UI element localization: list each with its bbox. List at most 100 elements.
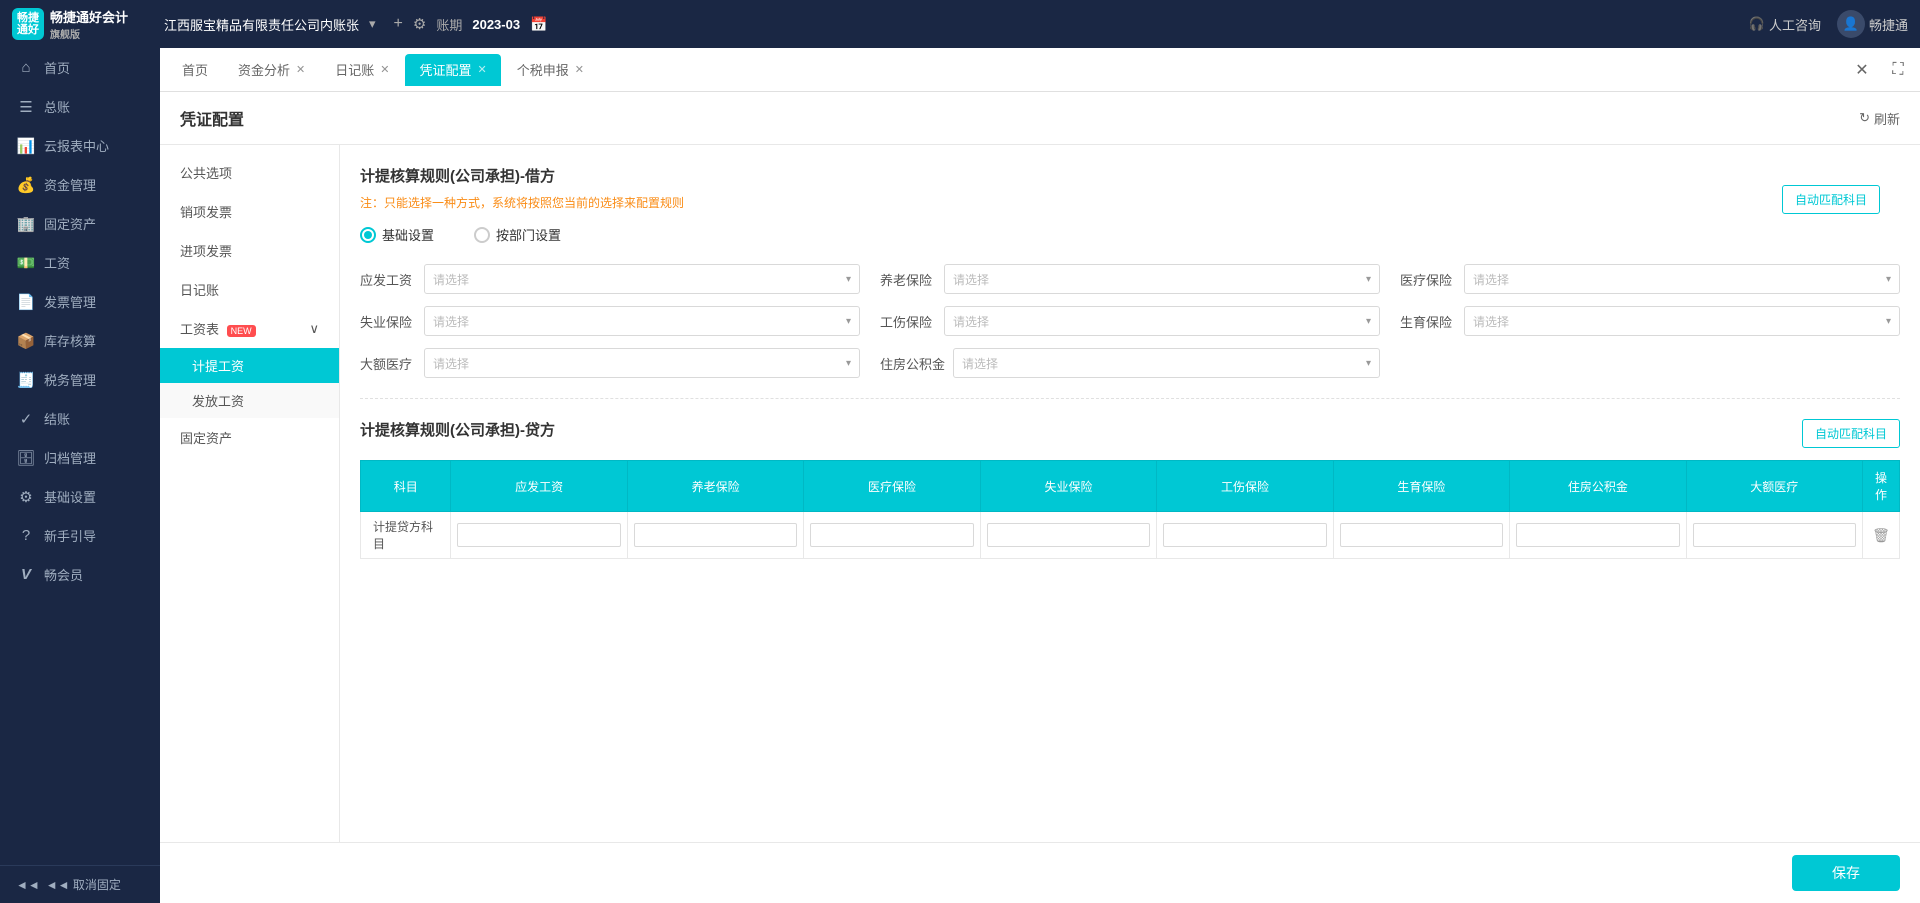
sidebar-item-fixed-assets[interactable]: 🏢 固定资产 <box>0 204 160 243</box>
input-pension[interactable] <box>634 523 797 547</box>
select-gross-salary[interactable]: 请选择 ▾ <box>424 264 860 294</box>
cell-housing[interactable] <box>1510 512 1686 559</box>
auto-match-credit-btn[interactable]: 自动匹配科目 <box>1802 419 1900 448</box>
close-period-icon: ✓ <box>16 410 36 428</box>
field-gross-salary: 应发工资 请选择 ▾ <box>360 264 860 294</box>
invoice-icon: 📄 <box>16 293 36 311</box>
left-nav-fixed-assets[interactable]: 固定资产 <box>160 418 339 457</box>
sidebar-item-general-ledger[interactable]: ☰ 总账 <box>0 87 160 126</box>
expand-btn[interactable]: ⛶ <box>1884 56 1912 84</box>
row-label: 计提贷方科目 <box>361 512 451 559</box>
sidebar-item-vip[interactable]: V 畅会员 <box>0 555 160 594</box>
th-housing: 住房公积金 <box>1510 461 1686 512</box>
th-gross: 应发工资 <box>451 461 627 512</box>
close-tab-funds[interactable]: ✕ <box>296 63 305 76</box>
cell-major-medical[interactable] <box>1686 512 1862 559</box>
left-nav-payroll-accrual[interactable]: 计提工资 <box>160 348 339 383</box>
radio-dept-circle <box>474 227 490 243</box>
tab-voucher-config[interactable]: 凭证配置 ✕ <box>405 54 500 86</box>
tab-home[interactable]: 首页 <box>168 54 222 86</box>
logo-icon: 畅捷通好 <box>12 8 44 40</box>
input-housing[interactable] <box>1516 523 1679 547</box>
sidebar-item-invoice[interactable]: 📄 发票管理 <box>0 282 160 321</box>
debit-form-grid: 应发工资 请选择 ▾ 养老保险 请选择 ▾ <box>360 264 1900 378</box>
select-arrow-medical: ▾ <box>1886 274 1891 285</box>
unpin-btn[interactable]: ◄◄ ◄◄ 取消固定 <box>0 865 160 903</box>
vip-icon: V <box>16 566 36 583</box>
select-arrow-gross: ▾ <box>846 274 851 285</box>
settings-icon: ⚙ <box>16 488 36 506</box>
field-major-medical: 大额医疗 请选择 ▾ <box>360 348 860 378</box>
left-nav-journal[interactable]: 日记账 <box>160 270 339 309</box>
tab-journal[interactable]: 日记账 ✕ <box>321 54 403 86</box>
dropdown-arrow-company[interactable]: ▾ <box>369 16 376 32</box>
cell-gross[interactable] <box>451 512 627 559</box>
save-btn[interactable]: 保存 <box>1792 855 1900 891</box>
select-arrow-major: ▾ <box>846 358 851 369</box>
field-maternity: 生育保险 请选择 ▾ <box>1400 306 1900 336</box>
select-unemployment[interactable]: 请选择 ▾ <box>424 306 860 336</box>
select-medical[interactable]: 请选择 ▾ <box>1464 264 1900 294</box>
auto-match-debit-btn[interactable]: 自动匹配科目 <box>1782 185 1880 214</box>
input-major-medical[interactable] <box>1693 523 1856 547</box>
select-pension[interactable]: 请选择 ▾ <box>944 264 1380 294</box>
input-gross[interactable] <box>457 523 620 547</box>
close-tab-journal[interactable]: ✕ <box>380 63 389 76</box>
input-unemployment[interactable] <box>987 523 1150 547</box>
select-housing-fund[interactable]: 请选择 ▾ <box>953 348 1380 378</box>
input-work-injury[interactable] <box>1163 523 1326 547</box>
left-nav-sales-invoice[interactable]: 销项发票 <box>160 192 339 231</box>
delete-row-btn[interactable]: 🗑 <box>1872 527 1890 543</box>
cell-unemployment[interactable] <box>980 512 1156 559</box>
sidebar-item-inventory[interactable]: 📦 库存核算 <box>0 321 160 360</box>
tab-funds-analysis[interactable]: 资金分析 ✕ <box>224 54 319 86</box>
headset-icon: 🎧 <box>1749 16 1765 32</box>
sidebar-item-archive[interactable]: 🗄 归档管理 <box>0 438 160 477</box>
sidebar-item-guide[interactable]: ? 新手引导 <box>0 516 160 555</box>
sidebar-item-tax[interactable]: 🧾 税务管理 <box>0 360 160 399</box>
cell-medical[interactable] <box>804 512 980 559</box>
th-maternity: 生育保险 <box>1333 461 1509 512</box>
left-nav-purchase-invoice[interactable]: 进项发票 <box>160 231 339 270</box>
user-btn[interactable]: 👤 畅捷通 <box>1837 10 1908 38</box>
sidebar-item-funds[interactable]: 💰 资金管理 <box>0 165 160 204</box>
refresh-btn[interactable]: ↻ 刷新 <box>1859 109 1900 128</box>
sidebar-item-reports[interactable]: 📊 云报表中心 <box>0 126 160 165</box>
period-value: 2023-03 <box>472 17 520 32</box>
sidebar-item-home[interactable]: ⌂ 首页 <box>0 48 160 87</box>
page-title: 凭证配置 <box>180 106 244 130</box>
chevron-down-icon: ∨ <box>309 321 319 337</box>
cell-maternity[interactable] <box>1333 512 1509 559</box>
form-area: 自动匹配科目 计提核算规则(公司承担)-借方 注：只能选择一种方式，系统将按照您… <box>340 145 1920 842</box>
cell-pension[interactable] <box>627 512 803 559</box>
left-nav-payroll-header[interactable]: 工资表 NEW ∨ <box>160 309 339 348</box>
settings-btn[interactable]: ⚙ <box>413 15 426 33</box>
close-tab-voucher[interactable]: ✕ <box>478 63 487 76</box>
tab-tax-declaration[interactable]: 个税申报 ✕ <box>503 54 598 86</box>
cell-work-injury[interactable] <box>1157 512 1333 559</box>
company-name: 江西服宝精品有限责任公司内账张 <box>164 15 359 34</box>
credit-section-title: 计提核算规则(公司承担)-贷方 <box>360 419 555 440</box>
select-maternity[interactable]: 请选择 ▾ <box>1464 306 1900 336</box>
radio-department[interactable]: 按部门设置 <box>474 225 561 244</box>
page-header: 凭证配置 ↻ 刷新 <box>160 92 1920 145</box>
sidebar-item-settings[interactable]: ⚙ 基础设置 <box>0 477 160 516</box>
support-btn[interactable]: 🎧 人工咨询 <box>1749 15 1821 34</box>
input-medical[interactable] <box>810 523 973 547</box>
add-tab-btn[interactable]: + <box>394 15 403 33</box>
left-nav-public-options[interactable]: 公共选项 <box>160 153 339 192</box>
select-major-medical[interactable]: 请选择 ▾ <box>424 348 860 378</box>
input-maternity[interactable] <box>1340 523 1503 547</box>
unpin-icon: ◄◄ <box>16 878 40 892</box>
left-nav-payroll-pay[interactable]: 发放工资 <box>160 383 339 418</box>
cell-action[interactable]: 🗑 <box>1863 512 1900 559</box>
save-bar: 保存 <box>160 842 1920 903</box>
select-work-injury[interactable]: 请选择 ▾ <box>944 306 1380 336</box>
radio-basic[interactable]: 基础设置 <box>360 225 434 244</box>
close-tab-tax[interactable]: ✕ <box>575 63 584 76</box>
sidebar-item-close[interactable]: ✓ 结账 <box>0 399 160 438</box>
left-nav-payroll-sub: 计提工资 发放工资 <box>160 348 339 418</box>
sidebar-item-salary[interactable]: 💵 工资 <box>0 243 160 282</box>
calendar-icon[interactable]: 📅 <box>530 16 547 33</box>
close-tab-btn[interactable]: ✕ <box>1848 56 1876 84</box>
